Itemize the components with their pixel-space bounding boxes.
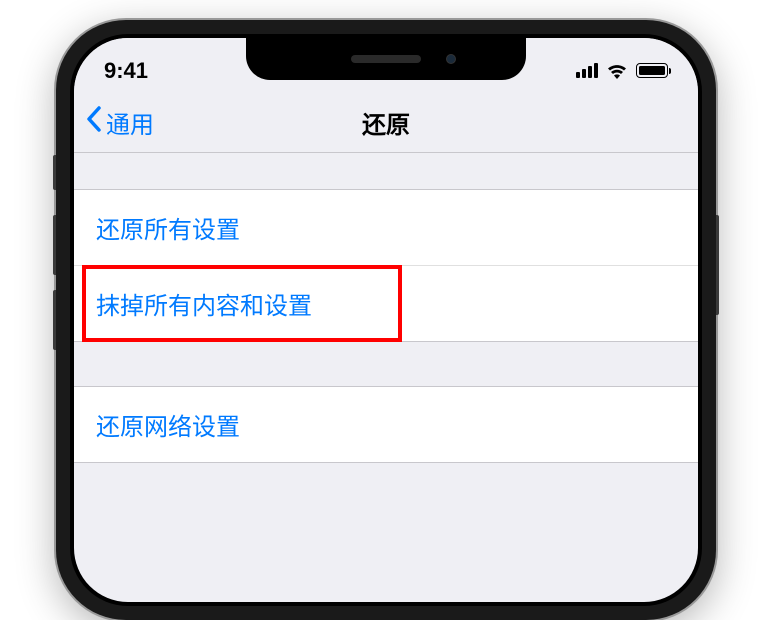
- phone-frame: 9:41: [56, 20, 716, 620]
- wifi-icon: [606, 63, 628, 79]
- list-item-label: 还原网络设置: [96, 414, 240, 441]
- chevron-left-icon: [86, 106, 102, 139]
- cellular-icon: [576, 63, 598, 78]
- notch: [246, 38, 526, 80]
- back-button[interactable]: 通用: [74, 105, 154, 140]
- erase-all-content-item[interactable]: 抹掉所有内容和设置: [74, 266, 698, 341]
- list-item-label: 还原所有设置: [96, 217, 240, 244]
- list-item-label: 抹掉所有内容和设置: [96, 293, 312, 320]
- side-button: [716, 215, 719, 315]
- screen: 9:41: [74, 38, 698, 602]
- settings-group: 还原网络设置: [74, 386, 698, 463]
- settings-group: 还原所有设置 抹掉所有内容和设置: [74, 189, 698, 342]
- battery-icon: [636, 63, 668, 78]
- status-time: 9:41: [104, 48, 148, 84]
- reset-all-settings-item[interactable]: 还原所有设置: [74, 190, 698, 266]
- navigation-bar: 通用 还原: [74, 93, 698, 153]
- mute-switch: [53, 155, 56, 190]
- volume-down-button: [53, 290, 56, 350]
- phone-inner-bezel: 9:41: [70, 34, 702, 606]
- content-area: 还原所有设置 抹掉所有内容和设置 还原网络设置: [74, 153, 698, 463]
- speaker: [351, 55, 421, 63]
- reset-network-settings-item[interactable]: 还原网络设置: [74, 387, 698, 462]
- front-camera: [446, 54, 456, 64]
- volume-up-button: [53, 215, 56, 275]
- page-title: 还原: [362, 105, 410, 140]
- back-label: 通用: [106, 105, 154, 140]
- status-icons: [576, 53, 668, 79]
